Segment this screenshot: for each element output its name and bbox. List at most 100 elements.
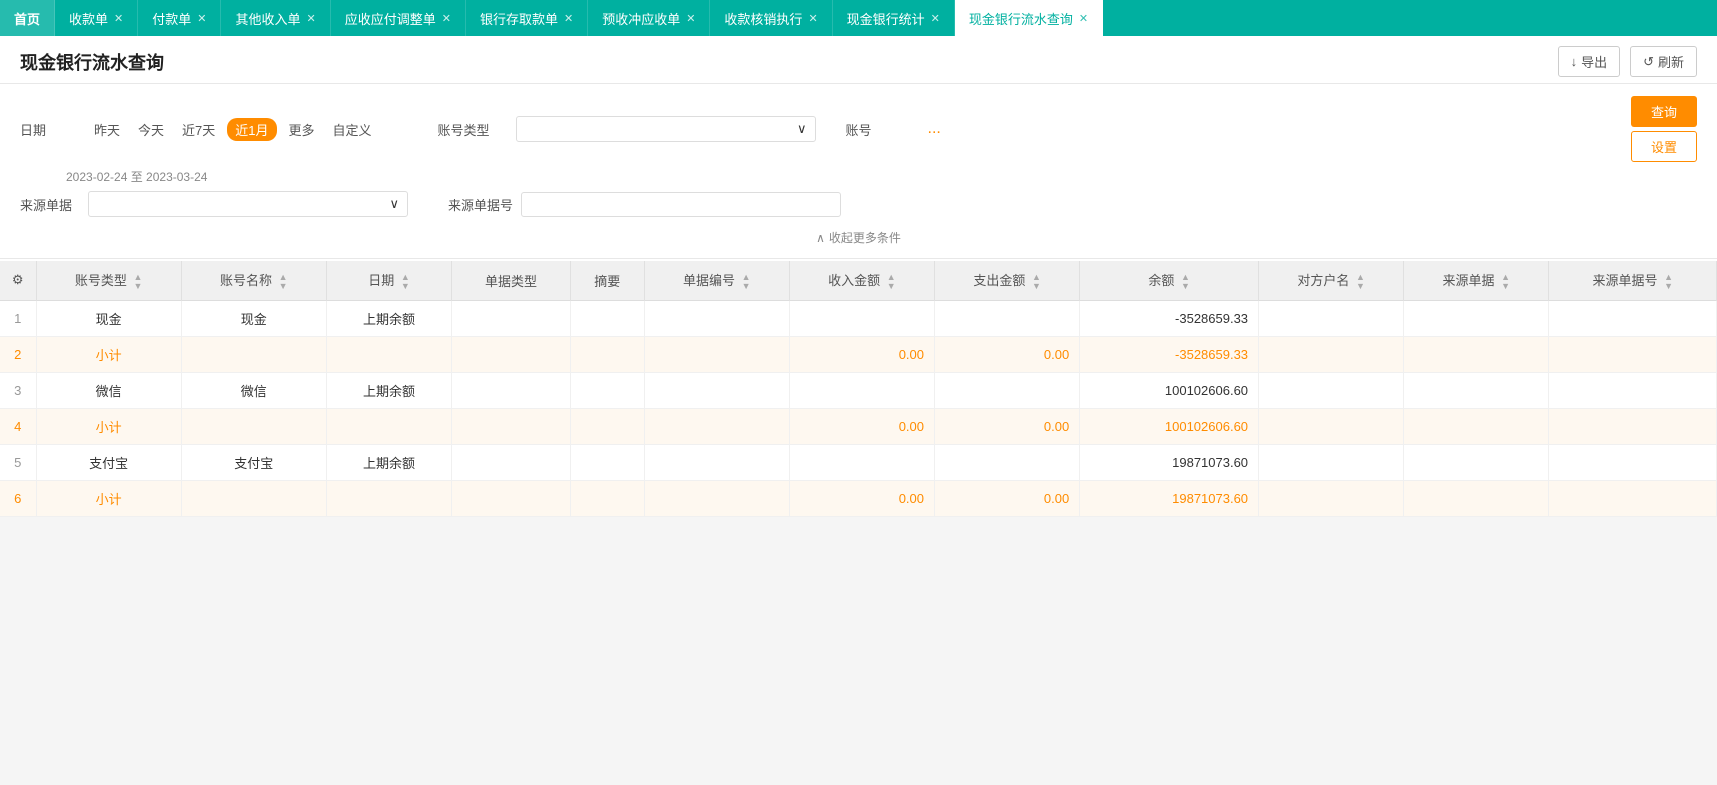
tab-close-icon[interactable]: ✕	[197, 12, 206, 25]
refresh-button[interactable]: ↺ 刷新	[1630, 46, 1697, 77]
cell-doc-no	[644, 480, 789, 516]
cell-summary	[570, 300, 644, 336]
cell-balance: -3528659.33	[1080, 300, 1259, 336]
source-doc-select[interactable]: ∨	[88, 191, 408, 217]
settings-button[interactable]: 设置	[1631, 131, 1697, 162]
cell-num: 5	[0, 444, 36, 480]
cell-source-doc-no	[1549, 408, 1717, 444]
col-source-doc-no[interactable]: 来源单据号 ▲▼	[1549, 261, 1717, 300]
cell-income: 0.00	[789, 336, 934, 372]
source-doc-num-input[interactable]	[521, 192, 841, 217]
refresh-icon: ↺	[1643, 54, 1654, 70]
cell-balance: 100102606.60	[1080, 408, 1259, 444]
date-btn-more[interactable]: 更多	[283, 118, 321, 141]
tab-cash-flow[interactable]: 现金银行流水查询 ✕	[955, 0, 1103, 36]
cell-expense: 0.00	[935, 336, 1080, 372]
tab-close-icon[interactable]: ✕	[1079, 12, 1088, 25]
cell-balance: 100102606.60	[1080, 372, 1259, 408]
tab-receipts[interactable]: 收款单✕	[55, 0, 138, 36]
tab-close-icon[interactable]: ✕	[114, 12, 123, 25]
col-balance[interactable]: 余额 ▲▼	[1080, 261, 1259, 300]
account-label: 账号	[846, 120, 906, 139]
col-account-name[interactable]: 账号名称 ▲▼	[181, 261, 326, 300]
date-btn-yesterday[interactable]: 昨天	[88, 118, 126, 141]
cell-account-name: 微信	[181, 372, 326, 408]
page-header: 现金银行流水查询 ↓ 导出 ↺ 刷新	[0, 36, 1717, 84]
date-btn-7days[interactable]: 近7天	[176, 118, 221, 141]
source-doc-num-label: 来源单据号	[448, 195, 513, 214]
table-container: ⚙ 账号类型 ▲▼ 账号名称 ▲▼ 日期 ▲▼ 单据类型 摘要 单据编号 ▲▼ …	[0, 261, 1717, 517]
cell-account-type: 支付宝	[36, 444, 181, 480]
cell-doc-type	[452, 372, 571, 408]
sort-icon-source-doc-no: ▲▼	[1664, 273, 1673, 291]
sort-icon-date: ▲▼	[401, 273, 410, 291]
tab-label: 应收应付调整单	[345, 9, 436, 28]
tab-label: 现金银行流水查询	[969, 9, 1073, 28]
cell-summary	[570, 336, 644, 372]
header-actions: ↓ 导出 ↺ 刷新	[1558, 46, 1697, 77]
tab-other-income[interactable]: 其他收入单✕	[221, 0, 330, 36]
tab-ar-ap-adjust[interactable]: 应收应付调整单 ✕	[331, 0, 466, 36]
col-date[interactable]: 日期 ▲▼	[326, 261, 451, 300]
cell-summary	[570, 444, 644, 480]
date-shortcuts: 昨天 今天 近7天 近1月 更多 自定义	[88, 118, 378, 141]
cell-income	[789, 300, 934, 336]
cell-source-doc	[1404, 444, 1549, 480]
col-expense[interactable]: 支出金额 ▲▼	[935, 261, 1080, 300]
source-doc-label: 来源单据	[20, 195, 80, 214]
query-button[interactable]: 查询	[1631, 96, 1697, 127]
account-type-select[interactable]: ∨	[516, 116, 816, 142]
tab-prepay[interactable]: 预收冲应收单 ✕	[588, 0, 710, 36]
col-doc-no[interactable]: 单据编号 ▲▼	[644, 261, 789, 300]
cell-income	[789, 372, 934, 408]
cell-doc-no	[644, 300, 789, 336]
cell-doc-type	[452, 336, 571, 372]
col-source-doc[interactable]: 来源单据 ▲▼	[1404, 261, 1549, 300]
tab-close-icon[interactable]: ✕	[931, 12, 940, 25]
nav-home[interactable]: 首页	[0, 0, 55, 36]
tab-payments[interactable]: 付款单 ✕	[138, 0, 221, 36]
cell-summary	[570, 480, 644, 516]
date-btn-custom[interactable]: 自定义	[327, 118, 378, 141]
main-table: ⚙ 账号类型 ▲▼ 账号名称 ▲▼ 日期 ▲▼ 单据类型 摘要 单据编号 ▲▼ …	[0, 261, 1717, 517]
col-gear[interactable]: ⚙	[0, 261, 36, 300]
tab-label: 付款单	[152, 9, 191, 28]
page-wrapper: 现金银行流水查询 ↓ 导出 ↺ 刷新 日期 昨天 今天 近7天 近1月 更多 自…	[0, 36, 1717, 517]
tab-close-icon[interactable]: ✕	[808, 12, 817, 25]
tab-collection[interactable]: 收款核销执行✕	[710, 0, 832, 36]
cell-doc-no	[644, 372, 789, 408]
cell-num: 4	[0, 408, 36, 444]
tab-label: 预收冲应收单	[602, 9, 680, 28]
cell-account-type: 小计	[36, 408, 181, 444]
cell-summary	[570, 408, 644, 444]
tab-close-icon[interactable]: ✕	[686, 12, 695, 25]
cell-balance: 19871073.60	[1080, 480, 1259, 516]
tab-close-icon[interactable]: ✕	[307, 12, 316, 25]
tab-close-icon[interactable]: ✕	[564, 12, 573, 25]
nav-tabs: 收款单✕付款单✕其他收入单✕应收应付调整单✕银行存取款单✕预收冲应收单✕收款核销…	[55, 0, 1103, 36]
tab-bank-deposit[interactable]: 银行存取款单✕	[466, 0, 588, 36]
cell-income	[789, 444, 934, 480]
cell-source-doc	[1404, 300, 1549, 336]
sort-icon-counterpart: ▲▼	[1356, 273, 1365, 291]
account-ellipsis-btn[interactable]: ...	[924, 120, 945, 138]
filter-area: 日期 昨天 今天 近7天 近1月 更多 自定义 账号类型 ∨ 账号 ... 查询	[0, 84, 1717, 259]
cell-num: 1	[0, 300, 36, 336]
date-label: 日期	[20, 120, 80, 139]
col-account-type[interactable]: 账号类型 ▲▼	[36, 261, 181, 300]
cell-date	[326, 408, 451, 444]
cell-source-doc	[1404, 408, 1549, 444]
date-btn-today[interactable]: 今天	[132, 118, 170, 141]
export-icon: ↓	[1571, 54, 1578, 69]
export-button[interactable]: ↓ 导出	[1558, 46, 1621, 77]
tab-close-icon[interactable]: ✕	[442, 12, 451, 25]
refresh-label: 刷新	[1658, 52, 1684, 71]
date-btn-1month[interactable]: 近1月	[227, 118, 276, 141]
col-income[interactable]: 收入金额 ▲▼	[789, 261, 934, 300]
tab-cash-stats[interactable]: 现金银行统计✕	[833, 0, 955, 36]
filter-row-2: 来源单据 ∨ 来源单据号	[20, 191, 1697, 217]
table-row: 3微信微信上期余额100102606.60	[0, 372, 1717, 408]
col-counterpart[interactable]: 对方户名 ▲▼	[1259, 261, 1404, 300]
cell-balance: -3528659.33	[1080, 336, 1259, 372]
collapse-row[interactable]: ∧ 收起更多条件	[20, 225, 1697, 250]
